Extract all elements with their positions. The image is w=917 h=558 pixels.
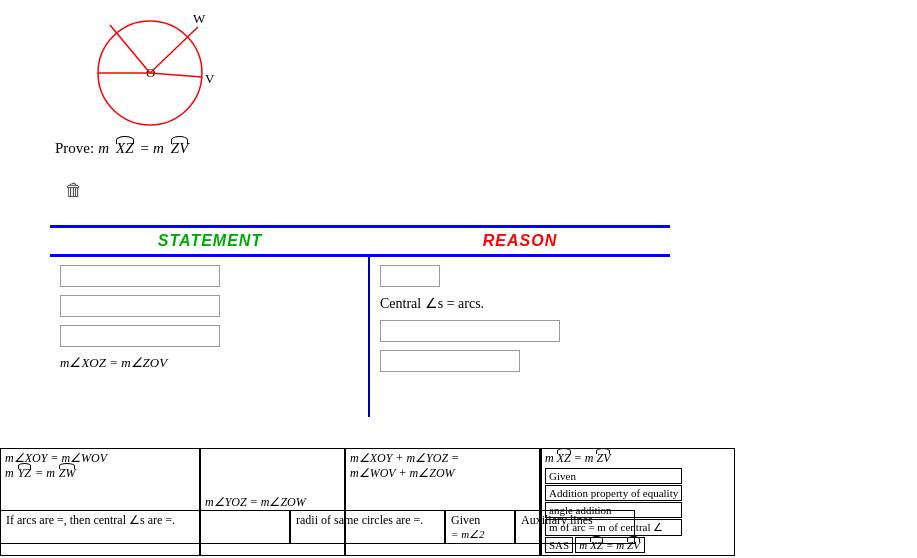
bottom-row-2: If arcs are =, then central ∠s are =. ra…	[0, 510, 917, 544]
reason-input-1[interactable]	[380, 265, 440, 287]
prove-line: Prove: m XZ = m ZV	[55, 140, 191, 157]
radii-box: radii of same circles are =.	[290, 510, 445, 544]
circle-diagram: O W V	[50, 5, 250, 135]
prove-equals: =	[141, 140, 149, 157]
statement-input-2[interactable]	[60, 295, 220, 317]
prove-m2: m	[153, 140, 164, 157]
reason-header: REASON	[370, 228, 670, 254]
given-box2: Given = m∠2	[445, 510, 515, 544]
trash-button[interactable]: 🗑	[65, 180, 83, 201]
prove-arc2: ZV	[171, 140, 189, 157]
reason-column: Central ∠s = arcs.	[370, 257, 670, 417]
reason-input-3[interactable]	[380, 320, 560, 342]
svg-text:W: W	[193, 11, 206, 26]
statement-header: STATEMENT	[50, 228, 370, 254]
table-header: STATEMENT REASON	[50, 225, 670, 257]
prove-arc1: XZ	[116, 140, 134, 157]
statement-input-1[interactable]	[60, 265, 220, 287]
prove-m1: m	[98, 140, 109, 157]
table-body: m∠XOZ = m∠ZOV Central ∠s = arcs.	[50, 257, 670, 417]
auxiliary-box: Auxiliary lines	[515, 510, 635, 544]
given-label: Given	[545, 468, 682, 484]
svg-line-6	[110, 25, 150, 73]
central-angles-text: Central ∠s = arcs.	[380, 295, 660, 312]
statement-row4-text: m∠XOZ = m∠ZOV	[60, 355, 358, 371]
statement-column: m∠XOZ = m∠ZOV	[50, 257, 370, 417]
reason-input-4[interactable]	[380, 350, 520, 372]
trash-icon: 🗑	[65, 180, 83, 200]
bb1-line2: m YZ = m ZW	[5, 466, 76, 481]
if-arcs-box: If arcs are =, then central ∠s are =.	[0, 510, 290, 544]
proof-table: STATEMENT REASON m∠XOZ = m∠ZOV Central ∠…	[50, 225, 670, 417]
statement-input-3[interactable]	[60, 325, 220, 347]
svg-text:V: V	[205, 71, 215, 86]
svg-line-4	[150, 27, 198, 73]
prove-label: Prove:	[55, 140, 94, 157]
addition-label: Addition property of equality	[545, 485, 682, 501]
svg-line-5	[150, 73, 202, 77]
